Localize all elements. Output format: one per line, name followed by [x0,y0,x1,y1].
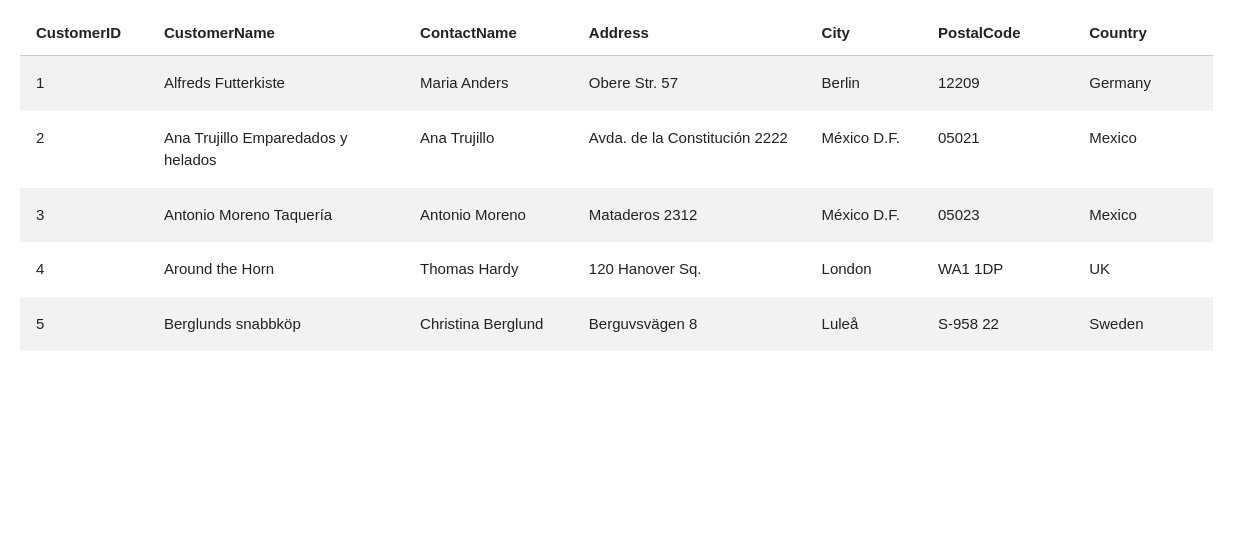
cell-city: México D.F. [806,188,922,243]
col-header-city: City [806,10,922,56]
cell-country: UK [1073,242,1213,297]
cell-customername: Around the Horn [148,242,404,297]
col-header-country: Country [1073,10,1213,56]
cell-contactname: Thomas Hardy [404,242,573,297]
cell-contactname: Ana Trujillo [404,111,573,188]
cell-customerid: 3 [20,188,148,243]
cell-customerid: 4 [20,242,148,297]
cell-customername: Berglunds snabbköp [148,297,404,352]
col-header-customerid: CustomerID [20,10,148,56]
cell-postalcode: 12209 [922,56,1073,111]
cell-address: Obere Str. 57 [573,56,806,111]
cell-country: Mexico [1073,188,1213,243]
cell-city: London [806,242,922,297]
cell-address: Berguvsvägen 8 [573,297,806,352]
cell-postalcode: S-958 22 [922,297,1073,352]
cell-address: 120 Hanover Sq. [573,242,806,297]
col-header-contactname: ContactName [404,10,573,56]
cell-customerid: 5 [20,297,148,352]
table-row: 1Alfreds FutterkisteMaria AndersObere St… [20,56,1213,111]
table-row: 3Antonio Moreno TaqueríaAntonio MorenoMa… [20,188,1213,243]
cell-country: Mexico [1073,111,1213,188]
cell-postalcode: 05021 [922,111,1073,188]
table-row: 5Berglunds snabbköpChristina BerglundBer… [20,297,1213,352]
cell-country: Sweden [1073,297,1213,352]
customers-table: CustomerID CustomerName ContactName Addr… [20,10,1213,351]
cell-customerid: 1 [20,56,148,111]
cell-postalcode: WA1 1DP [922,242,1073,297]
col-header-address: Address [573,10,806,56]
cell-contactname: Christina Berglund [404,297,573,352]
col-header-customername: CustomerName [148,10,404,56]
table-row: 2Ana Trujillo Emparedados y heladosAna T… [20,111,1213,188]
cell-customername: Alfreds Futterkiste [148,56,404,111]
cell-contactname: Maria Anders [404,56,573,111]
cell-contactname: Antonio Moreno [404,188,573,243]
cell-customername: Ana Trujillo Emparedados y helados [148,111,404,188]
cell-country: Germany [1073,56,1213,111]
cell-customerid: 2 [20,111,148,188]
col-header-postalcode: PostalCode [922,10,1073,56]
cell-city: Luleå [806,297,922,352]
table-header-row: CustomerID CustomerName ContactName Addr… [20,10,1213,56]
cell-city: Berlin [806,56,922,111]
table-row: 4Around the HornThomas Hardy120 Hanover … [20,242,1213,297]
cell-city: México D.F. [806,111,922,188]
cell-postalcode: 05023 [922,188,1073,243]
cell-customername: Antonio Moreno Taquería [148,188,404,243]
cell-address: Avda. de la Constitución 2222 [573,111,806,188]
cell-address: Mataderos 2312 [573,188,806,243]
